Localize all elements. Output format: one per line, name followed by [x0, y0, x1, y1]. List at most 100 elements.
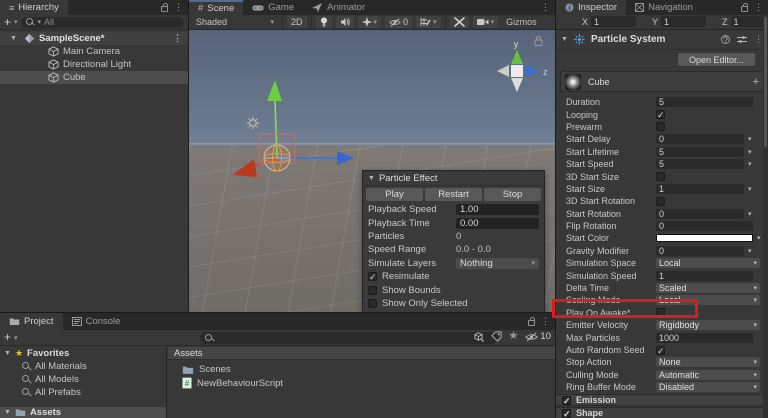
start-color-swatch[interactable]	[656, 234, 753, 243]
x-field[interactable]: 1	[591, 16, 637, 27]
duration-field[interactable]: 5	[656, 97, 753, 108]
pfx-check-show-bounds[interactable]: Show Bounds	[363, 283, 544, 296]
audio-toggle-button[interactable]	[335, 16, 354, 28]
tab-project[interactable]: Project	[0, 313, 63, 330]
curve-dropdown-caret-icon[interactable]: ▾	[748, 160, 752, 168]
scene-visibility-button[interactable]: 0	[385, 16, 413, 28]
add-object-button[interactable]: +	[4, 16, 11, 28]
start-lifetime-field[interactable]: 5	[656, 146, 744, 157]
curve-dropdown-caret-icon[interactable]: ▾	[748, 247, 752, 255]
effects-dropdown-button[interactable]: ▾	[357, 16, 382, 28]
3d-start-size-checkbox[interactable]	[656, 172, 665, 182]
grid-snap-dropdown-button[interactable]: ▾	[416, 16, 441, 28]
module-shape[interactable]: ✓ Shape	[556, 407, 768, 418]
shape-checkbox[interactable]: ✓	[562, 408, 571, 418]
y-field[interactable]: 1	[661, 16, 707, 27]
scene-menu-kebab-icon[interactable]: ⋮	[541, 3, 550, 12]
gravity-modifier-field[interactable]: 0	[656, 245, 744, 256]
search-by-label-icon[interactable]	[490, 331, 502, 342]
playback-time-field[interactable]: 0.00	[456, 217, 539, 229]
project-search-input[interactable]	[200, 332, 498, 344]
show-bounds-checkbox[interactable]	[368, 285, 377, 295]
simulation-space-dropdown[interactable]: Local ▾	[656, 258, 760, 269]
pfx-check-show-only-selected[interactable]: Show Only Selected	[363, 297, 544, 310]
stop-action-dropdown[interactable]: None ▾	[656, 357, 760, 368]
tab-animator[interactable]: Animator	[303, 0, 374, 15]
start-size-field[interactable]: 1	[656, 183, 744, 194]
restart-button[interactable]: Restart	[425, 188, 482, 201]
shading-mode-dropdown[interactable]: Shaded ▾	[192, 16, 278, 28]
particle-module-header[interactable]: Cube +	[560, 71, 764, 92]
toggle-2d-button[interactable]: 2D	[287, 16, 307, 28]
color-dropdown-caret-icon[interactable]: ▾	[757, 234, 761, 242]
emitter-velocity-dropdown[interactable]: Rigidbody ▾	[656, 320, 760, 331]
simulation-speed-field[interactable]: 1	[656, 270, 753, 281]
pfx-check-resimulate[interactable]: ✓ Resimulate	[363, 270, 544, 283]
start-delay-field[interactable]: 0	[656, 134, 744, 145]
stop-button[interactable]: Stop	[484, 188, 541, 201]
hierarchy-item-cube[interactable]: Cube	[0, 71, 188, 84]
tab-game[interactable]: Game	[243, 0, 303, 15]
pfx-foldout-icon[interactable]: ▼	[368, 175, 375, 182]
playback-speed-field[interactable]: 1.00	[456, 204, 539, 216]
asset-newbehaviourscript[interactable]: # NewBehaviourScript	[168, 377, 555, 391]
favorites-star-icon[interactable]: ★	[509, 331, 519, 342]
create-asset-caret[interactable]: ▾	[14, 334, 18, 342]
delta-time-dropdown[interactable]: Scaled ▾	[656, 283, 760, 294]
start-rotation-field[interactable]: 0	[656, 208, 744, 219]
camera-dropdown-button[interactable]: ▾	[472, 16, 499, 28]
open-editor-button[interactable]: Open Editor...	[678, 53, 755, 66]
emission-checkbox[interactable]: ✓	[562, 395, 571, 405]
ring-buffer-mode-dropdown[interactable]: Disabled ▾	[656, 382, 760, 393]
assets-root-row[interactable]: ▼ Assets	[0, 407, 166, 418]
resimulate-checkbox[interactable]: ✓	[368, 272, 377, 282]
tab-inspector[interactable]: i Inspector	[556, 0, 627, 15]
favorite-all-models[interactable]: All Models	[0, 373, 166, 386]
play-on-awake-checkbox[interactable]	[656, 308, 665, 318]
scene-viewport[interactable]: y z ▼ Particle Effect Play Restart Stop Pl…	[189, 30, 555, 312]
scene-menu-kebab-icon[interactable]: ⋮	[173, 34, 182, 43]
help-icon[interactable]: ?	[721, 35, 730, 45]
component-foldout-icon[interactable]: ▼	[561, 36, 568, 43]
show-only-selected-checkbox[interactable]	[368, 298, 377, 308]
flip-rotation-field[interactable]: 0	[656, 221, 753, 232]
add-object-caret[interactable]: ▾	[14, 18, 18, 26]
auto-random-seed-checkbox[interactable]: ✓	[656, 345, 665, 355]
search-by-type-icon[interactable]	[473, 331, 484, 342]
looping-checkbox[interactable]: ✓	[656, 110, 665, 120]
simulate-layers-dropdown[interactable]: Nothing ▾	[456, 257, 539, 269]
max-particles-field[interactable]: 1000	[656, 332, 753, 343]
hierarchy-item-main-camera[interactable]: Main Camera	[0, 45, 188, 58]
create-asset-button[interactable]: +	[4, 331, 11, 343]
curve-dropdown-caret-icon[interactable]: ▾	[748, 210, 752, 218]
menu-kebab-icon[interactable]: ⋮	[541, 317, 550, 326]
hidden-packages-button[interactable]: 10	[525, 331, 551, 342]
curve-dropdown-caret-icon[interactable]: ▾	[748, 148, 752, 156]
gizmos-dropdown[interactable]: Gizmos	[502, 16, 541, 28]
lock-icon[interactable]	[528, 317, 535, 326]
favorite-all-prefabs[interactable]: All Prefabs	[0, 386, 166, 399]
lighting-toggle-button[interactable]	[315, 16, 332, 28]
3d-start-rotation-checkbox[interactable]	[656, 196, 665, 206]
tab-navigation[interactable]: Navigation	[626, 0, 702, 15]
menu-kebab-icon[interactable]: ⋮	[174, 3, 183, 12]
hierarchy-item-directional-light[interactable]: Directional Light	[0, 58, 188, 71]
hierarchy-search-input[interactable]: ▾ All	[20, 16, 184, 28]
presets-icon[interactable]	[737, 35, 747, 44]
add-module-icon[interactable]: +	[753, 76, 759, 88]
scrollbar-thumb[interactable]	[764, 17, 767, 147]
asset-scenes[interactable]: Scenes	[168, 363, 555, 377]
curve-dropdown-caret-icon[interactable]: ▾	[748, 185, 752, 193]
component-menu-kebab-icon[interactable]: ⋮	[754, 35, 763, 44]
menu-kebab-icon[interactable]: ⋮	[754, 3, 763, 12]
component-tools-button[interactable]	[449, 16, 469, 28]
tab-scene[interactable]: # Scene	[189, 0, 244, 15]
lock-icon[interactable]	[161, 3, 168, 12]
prewarm-checkbox[interactable]	[656, 122, 665, 132]
tab-hierarchy[interactable]: ≡ Hierarchy	[0, 0, 68, 15]
favorite-all-materials[interactable]: All Materials	[0, 360, 166, 373]
culling-mode-dropdown[interactable]: Automatic ▾	[656, 369, 760, 380]
lock-icon[interactable]	[741, 3, 748, 12]
inspector-scrollbar[interactable]	[763, 15, 768, 418]
favorites-root[interactable]: ▼ ★ Favorites	[0, 347, 166, 360]
